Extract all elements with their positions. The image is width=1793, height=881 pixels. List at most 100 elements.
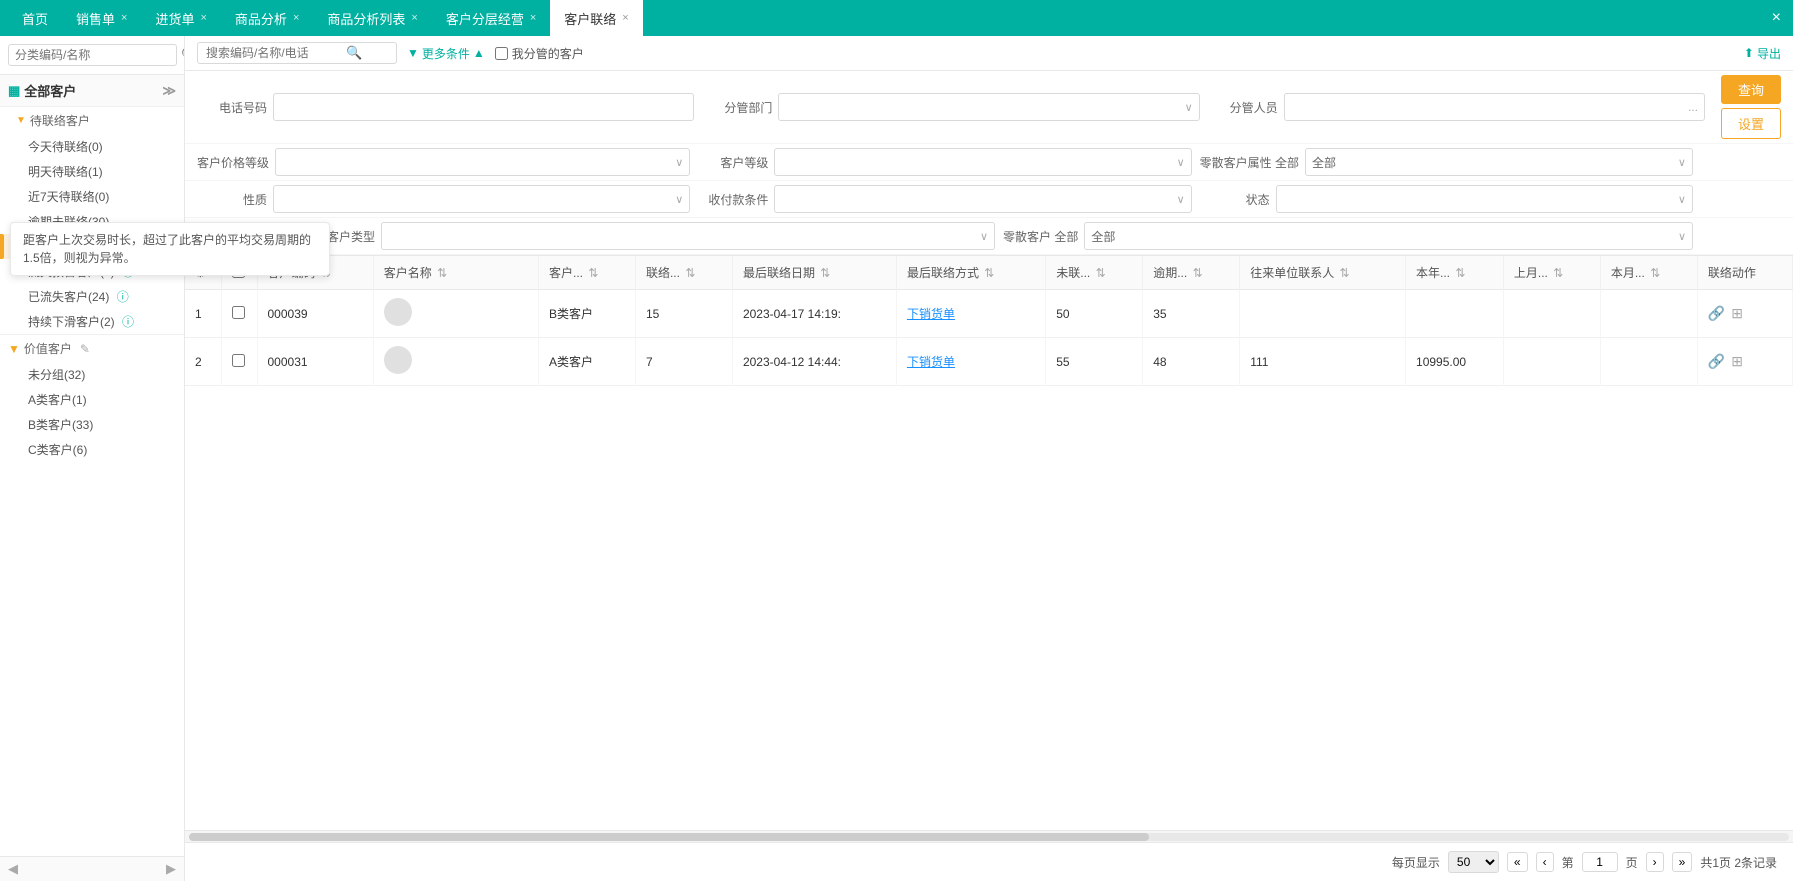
sidebar-item-classA[interactable]: A类客户(1) xyxy=(0,387,184,412)
horizontal-scrollbar[interactable] xyxy=(185,830,1793,842)
info-icon-declining[interactable]: ⓘ xyxy=(122,315,134,329)
sort-name-icon[interactable]: ⇅ xyxy=(437,266,447,280)
my-customer-checkbox[interactable] xyxy=(495,47,508,60)
nav-item-customer-mgmt[interactable]: 客户分层经营 × xyxy=(432,0,550,36)
cell-last-method-2: 下销货单 xyxy=(896,338,1045,386)
export-button[interactable]: ⬆ 导出 xyxy=(1744,45,1781,62)
sidebar-group-waiting[interactable]: ▼ 待联络客户 xyxy=(0,107,184,134)
close-analysis-list-icon[interactable]: × xyxy=(411,12,417,24)
edit-value-group-icon[interactable]: ✎ xyxy=(80,342,90,356)
nav-item-home[interactable]: 首页 xyxy=(8,0,62,36)
sidebar-item-7days[interactable]: 近7天待联络(0) xyxy=(0,184,184,209)
close-customer-mgmt-icon[interactable]: × xyxy=(530,12,536,24)
page-input[interactable] xyxy=(1582,852,1618,872)
sort-uncontacted-icon[interactable]: ⇅ xyxy=(1096,266,1106,280)
cell-name-1 xyxy=(373,290,538,338)
sort-last-method-icon[interactable]: ⇅ xyxy=(984,266,994,280)
action-grid-icon-1[interactable]: ⊞ xyxy=(1731,305,1743,322)
close-sales-icon[interactable]: × xyxy=(121,12,127,24)
nav-item-analysis[interactable]: 商品分析 × xyxy=(221,0,313,36)
manager-select[interactable]: ... xyxy=(1284,93,1705,121)
close-customer-contact-icon[interactable]: × xyxy=(622,12,628,24)
price-grade-chevron-icon: ∨ xyxy=(675,156,683,169)
sidebar-item-classC[interactable]: C类客户(6) xyxy=(0,437,184,462)
last-method-link-2[interactable]: 下销货单 xyxy=(907,355,955,369)
sidebar-item-tomorrow[interactable]: 明天待联络(1) xyxy=(0,159,184,184)
nav-item-purchase[interactable]: 进货单 × xyxy=(141,0,220,36)
payment-select[interactable]: ∨ xyxy=(774,185,1191,213)
nav-item-analysis-list[interactable]: 商品分析列表 × xyxy=(313,0,431,36)
table-row: 1 000039 B类客户 15 2023-04-17 14:19: 下销货单 xyxy=(185,290,1793,338)
sidebar-right-arrow[interactable]: ▶ xyxy=(166,861,176,877)
nature-label: 性质 xyxy=(197,191,267,208)
retail-attr-select[interactable]: 全部∨ xyxy=(1305,148,1693,176)
last-page-button[interactable]: » xyxy=(1672,852,1693,872)
filter-cell-retail-cust: 零散客户 全部 全部∨ xyxy=(1003,222,1693,250)
sort-last-date-icon[interactable]: ⇅ xyxy=(820,266,830,280)
sidebar-item-classB[interactable]: B类客户(33) xyxy=(0,412,184,437)
filter-cell-cust-type: 客户类型 ∨ xyxy=(305,222,995,250)
filter-row-1: 电话号码 分管部门 ∨ 分管人员 ... 查询 设置 xyxy=(185,71,1793,144)
sidebar-search-input[interactable] xyxy=(8,44,177,66)
collapse-icon[interactable]: ≫ xyxy=(162,83,176,99)
th-uncontacted: 未联... ⇅ xyxy=(1046,256,1143,290)
filter-icon: ▼ xyxy=(407,46,419,60)
sort-contact-icon[interactable]: ⇅ xyxy=(685,266,695,280)
nature-select[interactable]: ∨ xyxy=(273,185,690,213)
sidebar-item-churned[interactable]: 已流失客户(24) ⓘ xyxy=(0,284,184,309)
cell-code-1: 000039 xyxy=(257,290,373,338)
sort-this-month-icon[interactable]: ⇅ xyxy=(1650,266,1660,280)
info-icon-churned[interactable]: ⓘ xyxy=(117,290,129,304)
status-chevron-icon: ∨ xyxy=(1678,193,1686,206)
query-button[interactable]: 查询 xyxy=(1721,75,1781,104)
table-container[interactable]: ⚙ 客户编码 ⇅ 客户名称 ⇅ xyxy=(185,256,1793,830)
retail-cust-select[interactable]: 全部∨ xyxy=(1084,222,1693,250)
close-analysis-icon[interactable]: × xyxy=(293,12,299,24)
scrollbar-thumb[interactable] xyxy=(189,833,1149,841)
sidebar-left-arrow[interactable]: ◀ xyxy=(8,861,18,877)
close-purchase-icon[interactable]: × xyxy=(200,12,206,24)
action-link-icon-2[interactable]: 🔗 xyxy=(1708,353,1725,370)
cell-overdue-1: 35 xyxy=(1143,290,1240,338)
close-all-button[interactable]: × xyxy=(1772,9,1781,27)
cell-unit-contact-2: 111 xyxy=(1240,338,1406,386)
row2-checkbox[interactable] xyxy=(232,354,245,367)
prev-page-button[interactable]: ‹ xyxy=(1536,852,1554,872)
retail-attr-chevron-icon: ∨ xyxy=(1678,156,1686,169)
last-method-link-1[interactable]: 下销货单 xyxy=(907,307,955,321)
nav-item-customer-contact[interactable]: 客户联络 × xyxy=(550,0,642,36)
first-page-button[interactable]: « xyxy=(1507,852,1528,872)
dept-select[interactable]: ∨ xyxy=(778,93,1199,121)
nav-item-sales[interactable]: 销售单 × xyxy=(62,0,141,36)
sidebar-item-today[interactable]: 今天待联络(0) xyxy=(0,134,184,159)
sort-unit-contact-icon[interactable]: ⇅ xyxy=(1340,266,1350,280)
manager-dots-icon[interactable]: ... xyxy=(1688,100,1698,114)
more-filter-button[interactable]: ▼ 更多条件 ▲ xyxy=(407,45,485,62)
all-customers-header[interactable]: ▦ 全部客户 ≫ xyxy=(0,75,184,107)
status-select[interactable]: ∨ xyxy=(1276,185,1693,213)
sidebar-item-ungroup[interactable]: 未分组(32) xyxy=(0,362,184,387)
price-grade-select[interactable]: ∨ xyxy=(275,148,690,176)
cust-grade-select[interactable]: ∨ xyxy=(774,148,1191,176)
main-search-wrap: 🔍 xyxy=(197,42,397,64)
row1-checkbox[interactable] xyxy=(232,306,245,319)
sidebar-group-value[interactable]: ▼ 价值客户 ✎ xyxy=(0,334,184,362)
action-grid-icon-2[interactable]: ⊞ xyxy=(1731,353,1743,370)
cell-unit-contact-1 xyxy=(1240,290,1406,338)
sort-type-icon[interactable]: ⇅ xyxy=(588,266,598,280)
th-last-date: 最后联络日期 ⇅ xyxy=(732,256,896,290)
action-link-icon-1[interactable]: 🔗 xyxy=(1708,305,1725,322)
settings-button[interactable]: 设置 xyxy=(1721,108,1781,139)
cell-actions-1: 🔗 ⊞ xyxy=(1697,290,1792,338)
cust-type-select[interactable]: ∨ xyxy=(381,222,995,250)
phone-input[interactable] xyxy=(273,93,694,121)
main-search-input[interactable] xyxy=(206,46,346,60)
next-page-button[interactable]: › xyxy=(1646,852,1664,872)
sidebar-item-declining[interactable]: 持续下滑客户(2) ⓘ xyxy=(0,309,184,334)
sort-overdue-icon[interactable]: ⇅ xyxy=(1193,266,1203,280)
per-page-select[interactable]: 50 100 200 xyxy=(1448,851,1499,873)
sort-last-month-icon[interactable]: ⇅ xyxy=(1553,266,1563,280)
sort-this-year-icon[interactable]: ⇅ xyxy=(1455,266,1465,280)
payment-chevron-icon: ∨ xyxy=(1177,193,1185,206)
main-search-icon[interactable]: 🔍 xyxy=(346,45,362,61)
